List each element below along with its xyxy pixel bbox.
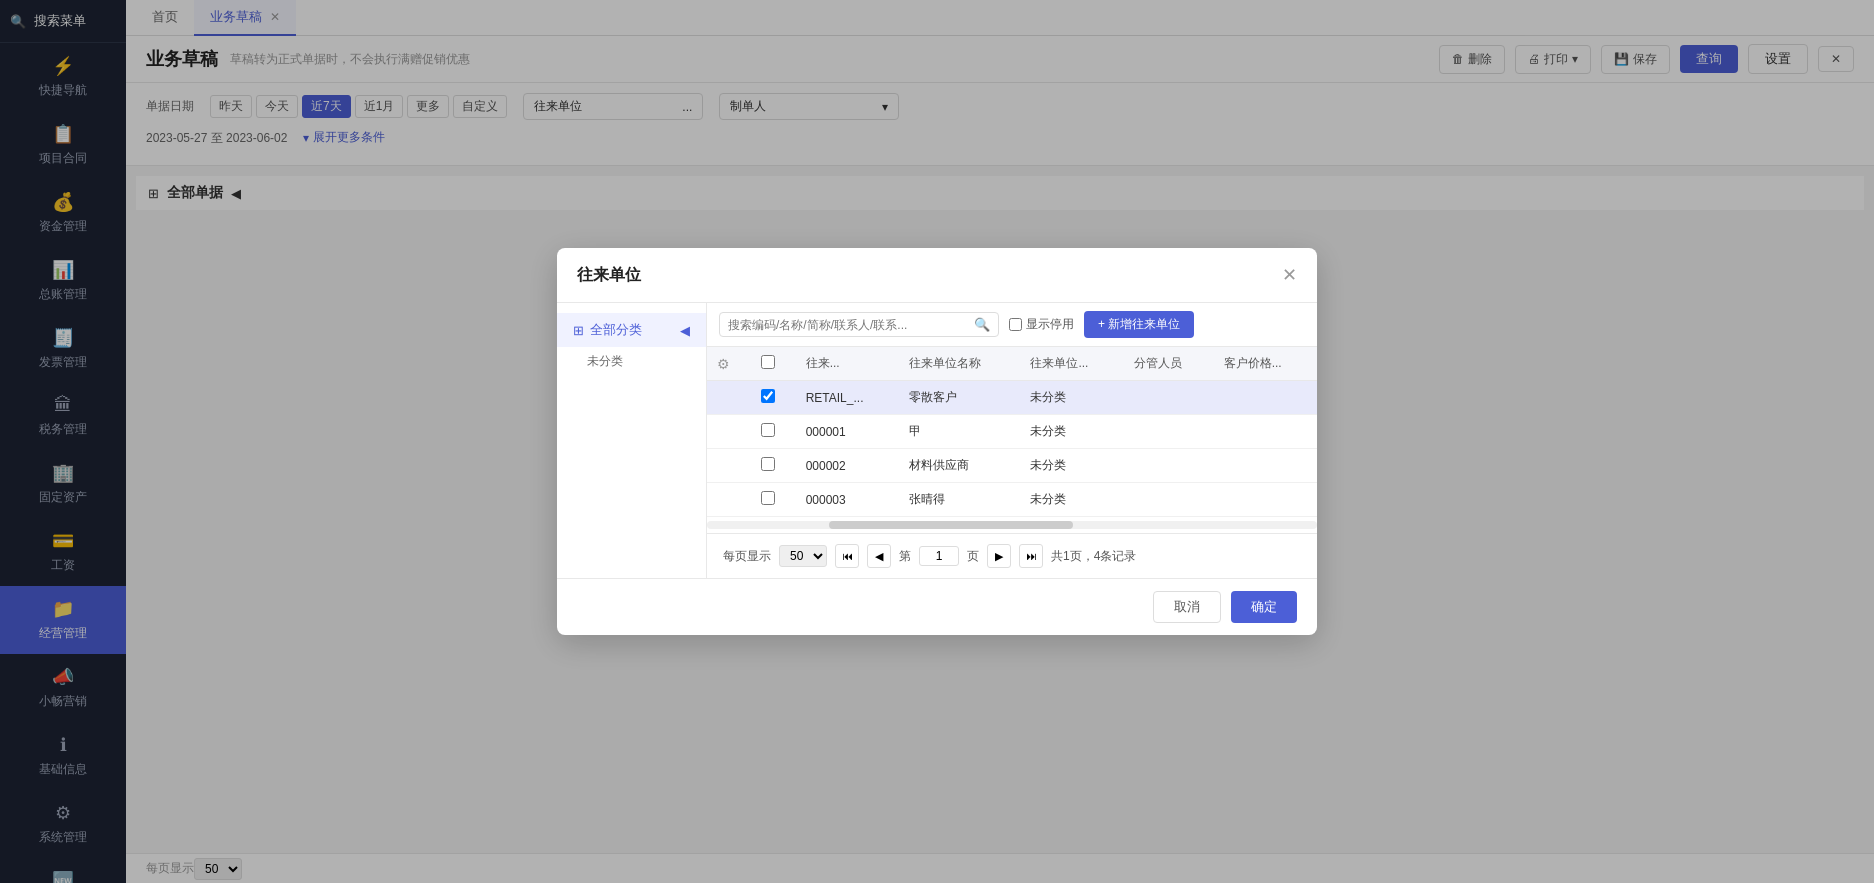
dialog-toolbar: 🔍 显示停用 + 新增往来单位 [707,303,1317,347]
per-page-label: 每页显示 [723,548,771,565]
dialog-left-panel: ⊞ 全部分类 ◀ 未分类 [557,303,707,578]
show-disabled-label: 显示停用 [1026,316,1074,333]
row-manager [1124,381,1214,415]
row-code: 000003 [796,483,899,517]
cancel-button[interactable]: 取消 [1153,591,1221,623]
row-code: 000002 [796,449,899,483]
all-category-label: 全部分类 [590,321,642,339]
table-row[interactable]: 000003 张晴得 未分类 [707,483,1317,517]
row-select-checkbox[interactable] [761,491,775,505]
dialog-header: 往来单位 ✕ [557,248,1317,303]
row-price [1214,483,1317,517]
row-manager [1124,483,1214,517]
row-gear [707,381,751,415]
scrollbar-thumb[interactable] [829,521,1073,529]
table-header: ⚙ 往来... 往来单位名称 往来单位... 分管人员 客户价格... [707,347,1317,381]
search-box[interactable]: 🔍 [719,312,999,337]
select-all-checkbox[interactable] [761,355,775,369]
table-row[interactable]: RETAIL_... 零散客户 未分类 [707,381,1317,415]
row-name: 材料供应商 [899,449,1021,483]
table-row[interactable]: 000002 材料供应商 未分类 [707,449,1317,483]
dialog-right-panel: 🔍 显示停用 + 新增往来单位 ⚙ [707,303,1317,578]
first-page-button[interactable]: ⏮ [835,544,859,568]
row-code: RETAIL_... [796,381,899,415]
search-input[interactable] [728,318,968,332]
add-partner-button[interactable]: + 新增往来单位 [1084,311,1194,338]
uncategorized-item[interactable]: 未分类 [557,347,706,376]
disabled-checkbox[interactable] [1009,318,1022,331]
row-name: 零散客户 [899,381,1021,415]
next-page-button[interactable]: ▶ [987,544,1011,568]
table-scroll[interactable]: ⚙ 往来... 往来单位名称 往来单位... 分管人员 客户价格... [707,347,1317,517]
horizontal-scrollbar[interactable] [707,521,1317,529]
row-gear [707,449,751,483]
page-label-after: 页 [967,548,979,565]
last-page-button[interactable]: ⏭ [1019,544,1043,568]
row-gear [707,415,751,449]
row-checkbox[interactable] [751,449,796,483]
all-category-item[interactable]: ⊞ 全部分类 ◀ [557,313,706,347]
search-icon: 🔍 [974,317,990,332]
uncategorized-label: 未分类 [587,354,623,368]
row-gear [707,483,751,517]
show-disabled-checkbox[interactable]: 显示停用 [1009,316,1074,333]
partner-dialog: 往来单位 ✕ ⊞ 全部分类 ◀ 未分类 [557,248,1317,635]
row-manager [1124,449,1214,483]
pagination-bar: 每页显示 50 ⏮ ◀ 第 页 ▶ ⏭ 共1页，4条记录 [707,533,1317,578]
grid-icon: ⊞ [573,323,584,338]
row-category: 未分类 [1020,449,1123,483]
col-gear[interactable]: ⚙ [707,347,751,381]
row-select-checkbox[interactable] [761,389,775,403]
col-price[interactable]: 客户价格... [1214,347,1317,381]
table-body: RETAIL_... 零散客户 未分类 000001 甲 [707,381,1317,517]
row-name: 甲 [899,415,1021,449]
dialog-overlay[interactable]: 往来单位 ✕ ⊞ 全部分类 ◀ 未分类 [0,0,1874,883]
col-name[interactable]: 往来单位名称 [899,347,1021,381]
row-checkbox[interactable] [751,483,796,517]
page-number-input[interactable] [919,546,959,566]
prev-page-button[interactable]: ◀ [867,544,891,568]
table-header-row: ⚙ 往来... 往来单位名称 往来单位... 分管人员 客户价格... [707,347,1317,381]
row-name: 张晴得 [899,483,1021,517]
row-price [1214,449,1317,483]
collapse-icon: ◀ [680,323,690,338]
dialog-body: ⊞ 全部分类 ◀ 未分类 🔍 显示停用 [557,303,1317,578]
row-price [1214,415,1317,449]
row-checkbox[interactable] [751,415,796,449]
dialog-footer: 取消 确定 [557,578,1317,635]
col-code[interactable]: 往来... [796,347,899,381]
partner-table: ⚙ 往来... 往来单位名称 往来单位... 分管人员 客户价格... [707,347,1317,517]
per-page-select[interactable]: 50 [779,545,827,567]
row-category: 未分类 [1020,415,1123,449]
row-manager [1124,415,1214,449]
row-checkbox[interactable] [751,381,796,415]
row-select-checkbox[interactable] [761,457,775,471]
row-price [1214,381,1317,415]
table-row[interactable]: 000001 甲 未分类 [707,415,1317,449]
dialog-close-button[interactable]: ✕ [1282,264,1297,286]
col-manager[interactable]: 分管人员 [1124,347,1214,381]
dialog-title: 往来单位 [577,265,641,286]
row-code: 000001 [796,415,899,449]
confirm-button[interactable]: 确定 [1231,591,1297,623]
total-label: 共1页，4条记录 [1051,548,1136,565]
page-label-before: 第 [899,548,911,565]
row-select-checkbox[interactable] [761,423,775,437]
col-checkbox[interactable] [751,347,796,381]
col-category[interactable]: 往来单位... [1020,347,1123,381]
row-category: 未分类 [1020,381,1123,415]
row-category: 未分类 [1020,483,1123,517]
